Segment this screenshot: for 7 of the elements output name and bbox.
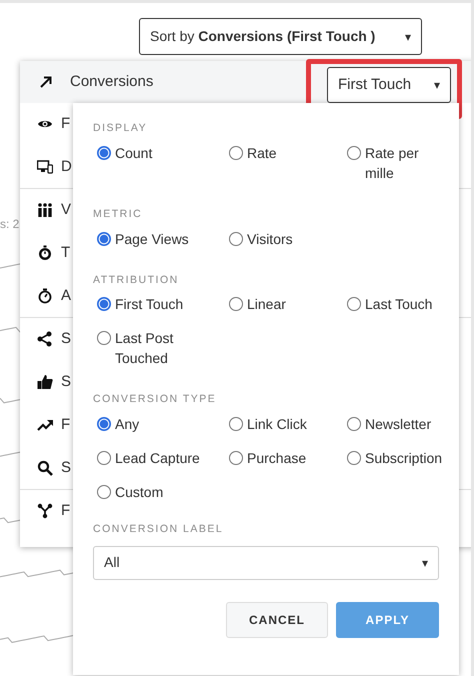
section-title: ATTRIBUTION [93, 272, 180, 288]
chart-label: s: 2 [0, 216, 20, 233]
section-title: METRIC [93, 206, 144, 222]
section-title: DISPLAY [93, 121, 148, 136]
section-title: CONVERSION LABEL [93, 522, 224, 537]
section-title: CONVERSION TYPE [93, 392, 218, 408]
menu-header-label: Conversions [70, 72, 154, 92]
